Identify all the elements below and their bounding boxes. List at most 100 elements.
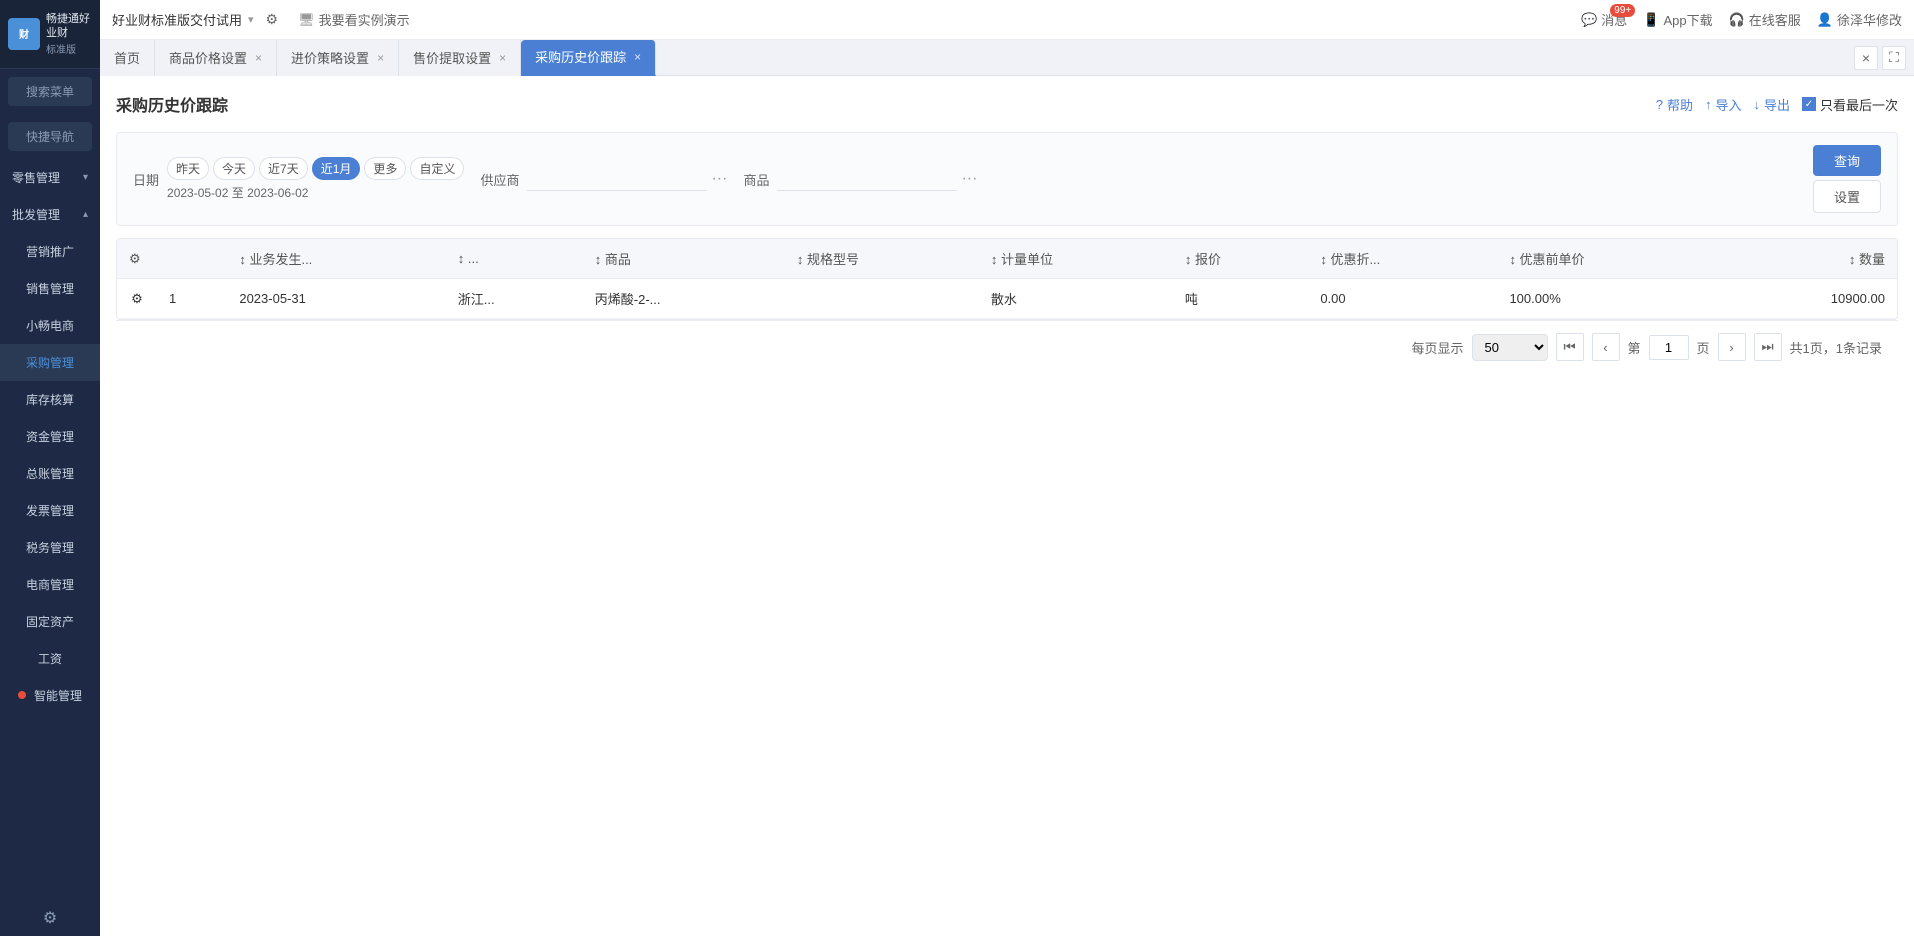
tab-home[interactable]: 首页 xyxy=(100,40,155,76)
sidebar-item-label: 电商管理 xyxy=(26,576,74,593)
export-link[interactable]: ↓ 导出 xyxy=(1753,95,1790,114)
th-discount[interactable]: ↕ 优惠折... xyxy=(1308,239,1497,279)
page-number-input[interactable] xyxy=(1649,335,1689,360)
sidebar-item-sales[interactable]: 销售管理 xyxy=(0,270,100,307)
only-last-check[interactable]: ✓ 只看最后一次 xyxy=(1802,95,1898,114)
th-unit[interactable]: ↕ 计量单位 xyxy=(979,239,1173,279)
th-pre-discount-price[interactable]: ↕ 优惠前单价 xyxy=(1497,239,1720,279)
th-biz-date[interactable]: ↕ 业务发生... xyxy=(227,239,445,279)
th-settings[interactable]: ⚙ xyxy=(117,239,157,279)
goods-input-group: ··· xyxy=(777,167,977,191)
tab-label: 进价策略设置 xyxy=(291,48,369,67)
prev-page-button[interactable]: ‹ xyxy=(1592,333,1620,361)
topbar-gear-icon[interactable]: ⚙ xyxy=(266,11,279,28)
date-today[interactable]: 今天 xyxy=(213,157,255,180)
th-quantity[interactable]: ↕ 数量 xyxy=(1721,239,1897,279)
demo-text: 我要看实例演示 xyxy=(319,10,410,29)
date-yesterday[interactable]: 昨天 xyxy=(167,157,209,180)
topbar: 好业财标准版交付试用 ▾ ⚙ 🖥 我要看实例演示 💬 消息 99+ 📱 App下… xyxy=(100,0,1914,40)
settings-button[interactable]: 设置 xyxy=(1813,180,1881,213)
chevron-up-icon: ▴ xyxy=(83,209,88,220)
sidebar-item-tax[interactable]: 税务管理 xyxy=(0,529,100,566)
help-link[interactable]: ? 帮助 xyxy=(1656,95,1693,114)
tab-label: 商品价格设置 xyxy=(169,48,247,67)
sidebar-item-ecom2[interactable]: 电商管理 xyxy=(0,566,100,603)
date-7days[interactable]: 近7天 xyxy=(259,157,308,180)
date-1month[interactable]: 近1月 xyxy=(312,157,361,180)
app-download-button[interactable]: 📱 App下载 xyxy=(1643,10,1712,29)
import-link[interactable]: ↑ 导入 xyxy=(1705,95,1742,114)
sidebar-item-purchase[interactable]: 采购管理 xyxy=(0,344,100,381)
first-page-button[interactable]: ⏮ xyxy=(1556,333,1584,361)
tab-goods-price[interactable]: 商品价格设置 × xyxy=(155,40,277,76)
tab-label: 售价提取设置 xyxy=(413,48,491,67)
close-icon[interactable]: × xyxy=(634,50,641,64)
row-gear[interactable]: ⚙ xyxy=(117,279,157,319)
user-name: 徐泽华修改 xyxy=(1837,10,1902,29)
sidebar-item-invoice[interactable]: 发票管理 xyxy=(0,492,100,529)
message-badge: 99+ xyxy=(1610,4,1635,17)
sidebar-item-label: 资金管理 xyxy=(26,428,74,445)
date-more[interactable]: 更多 xyxy=(364,157,406,180)
quick-nav-button[interactable]: 快捷导航 xyxy=(8,122,92,151)
tab-purchase-price[interactable]: 进价策略设置 × xyxy=(277,40,399,76)
close-tab-button[interactable]: × xyxy=(1854,46,1878,70)
maximize-button[interactable]: ⛶ xyxy=(1882,46,1906,70)
per-page-select[interactable]: 50 20 100 200 xyxy=(1472,334,1548,361)
query-button[interactable]: 查询 xyxy=(1813,145,1881,176)
data-table: ⚙ ↕ 业务发生... ↕ ... ↕ 商品 ↕ 规格型号 ↕ 计量单位 ↕ 报… xyxy=(117,239,1897,319)
user-menu-button[interactable]: 👤 徐泽华修改 xyxy=(1817,10,1902,29)
pagination: 每页显示 50 20 100 200 ⏮ ‹ 第 页 › ⏭ 共1页，1条记录 xyxy=(116,320,1898,373)
sidebar-item-salary[interactable]: 工资 xyxy=(0,640,100,677)
app-download-label: App下载 xyxy=(1663,10,1712,29)
sidebar-item-label: 销售管理 xyxy=(26,280,74,297)
sidebar-item-label: 营销推广 xyxy=(26,243,74,260)
sidebar-quicknav-area[interactable]: 快捷导航 xyxy=(0,114,100,159)
th-spec[interactable]: ↕ 规格型号 xyxy=(785,239,979,279)
goods-label: 商品 xyxy=(743,170,769,189)
ai-dot-indicator xyxy=(18,691,26,699)
close-icon[interactable]: × xyxy=(255,51,262,65)
supplier-input[interactable] xyxy=(527,167,707,191)
th-goods[interactable]: ↕ 商品 xyxy=(583,239,785,279)
sidebar-search-area[interactable]: 搜索菜单 xyxy=(0,69,100,114)
settings-icon[interactable]: ⚙ xyxy=(43,908,57,928)
message-button[interactable]: 💬 消息 99+ xyxy=(1581,10,1627,29)
close-icon[interactable]: × xyxy=(377,51,384,65)
sidebar-item-ecommerce[interactable]: 小畅电商 xyxy=(0,307,100,344)
table-row: ⚙ 1 2023-05-31 浙江... 丙烯酸-2-... 散水 吨 0.00… xyxy=(117,279,1897,319)
user-icon: 👤 xyxy=(1817,12,1833,28)
sidebar-item-wholesale[interactable]: 批发管理 ▴ xyxy=(0,196,100,233)
goods-more-icon[interactable]: ··· xyxy=(961,170,977,188)
monitor-icon: 🖥 xyxy=(298,12,315,28)
tab-purchase-history[interactable]: 采购历史价跟踪 × xyxy=(521,40,656,76)
app-name: 畅捷通好业财 标准版 xyxy=(46,12,92,56)
sidebar-item-marketing[interactable]: 营销推广 xyxy=(0,233,100,270)
tab-sale-price[interactable]: 售价提取设置 × xyxy=(399,40,521,76)
version-selector[interactable]: 好业财标准版交付试用 ▾ xyxy=(112,10,254,29)
sidebar-item-inventory[interactable]: 库存核算 xyxy=(0,381,100,418)
next-page-button[interactable]: › xyxy=(1718,333,1746,361)
sidebar-item-finance[interactable]: 资金管理 xyxy=(0,418,100,455)
last-page-button[interactable]: ⏭ xyxy=(1754,333,1782,361)
th-extra[interactable]: ↕ ... xyxy=(446,239,583,279)
supplier-more-icon[interactable]: ··· xyxy=(711,170,727,188)
search-menu-button[interactable]: 搜索菜单 xyxy=(8,77,92,106)
online-service-button[interactable]: 🎧 在线客服 xyxy=(1729,10,1801,29)
row-seq: 1 xyxy=(157,279,227,319)
date-custom[interactable]: 自定义 xyxy=(410,157,464,180)
sidebar-item-ai[interactable]: 智能管理 xyxy=(0,677,100,714)
sidebar-item-label: 税务管理 xyxy=(26,539,74,556)
sidebar-logo: 财 畅捷通好业财 标准版 xyxy=(0,0,100,69)
filter-bar: 日期 昨天 今天 近7天 近1月 更多 自定义 2023-05-02 至 202… xyxy=(116,132,1898,226)
sidebar-item-assets[interactable]: 固定资产 xyxy=(0,603,100,640)
sidebar-item-ledger[interactable]: 总账管理 xyxy=(0,455,100,492)
sidebar-item-retail[interactable]: 零售管理 ▾ xyxy=(0,159,100,196)
goods-input[interactable] xyxy=(777,167,957,191)
supplier-filter: 供应商 ··· xyxy=(480,167,727,191)
close-icon[interactable]: × xyxy=(499,51,506,65)
checkbox-icon: ✓ xyxy=(1802,97,1816,111)
demo-link[interactable]: 🖥 我要看实例演示 xyxy=(298,10,410,29)
th-price[interactable]: ↕ 报价 xyxy=(1173,239,1308,279)
row-extra: 浙江... xyxy=(446,279,583,319)
